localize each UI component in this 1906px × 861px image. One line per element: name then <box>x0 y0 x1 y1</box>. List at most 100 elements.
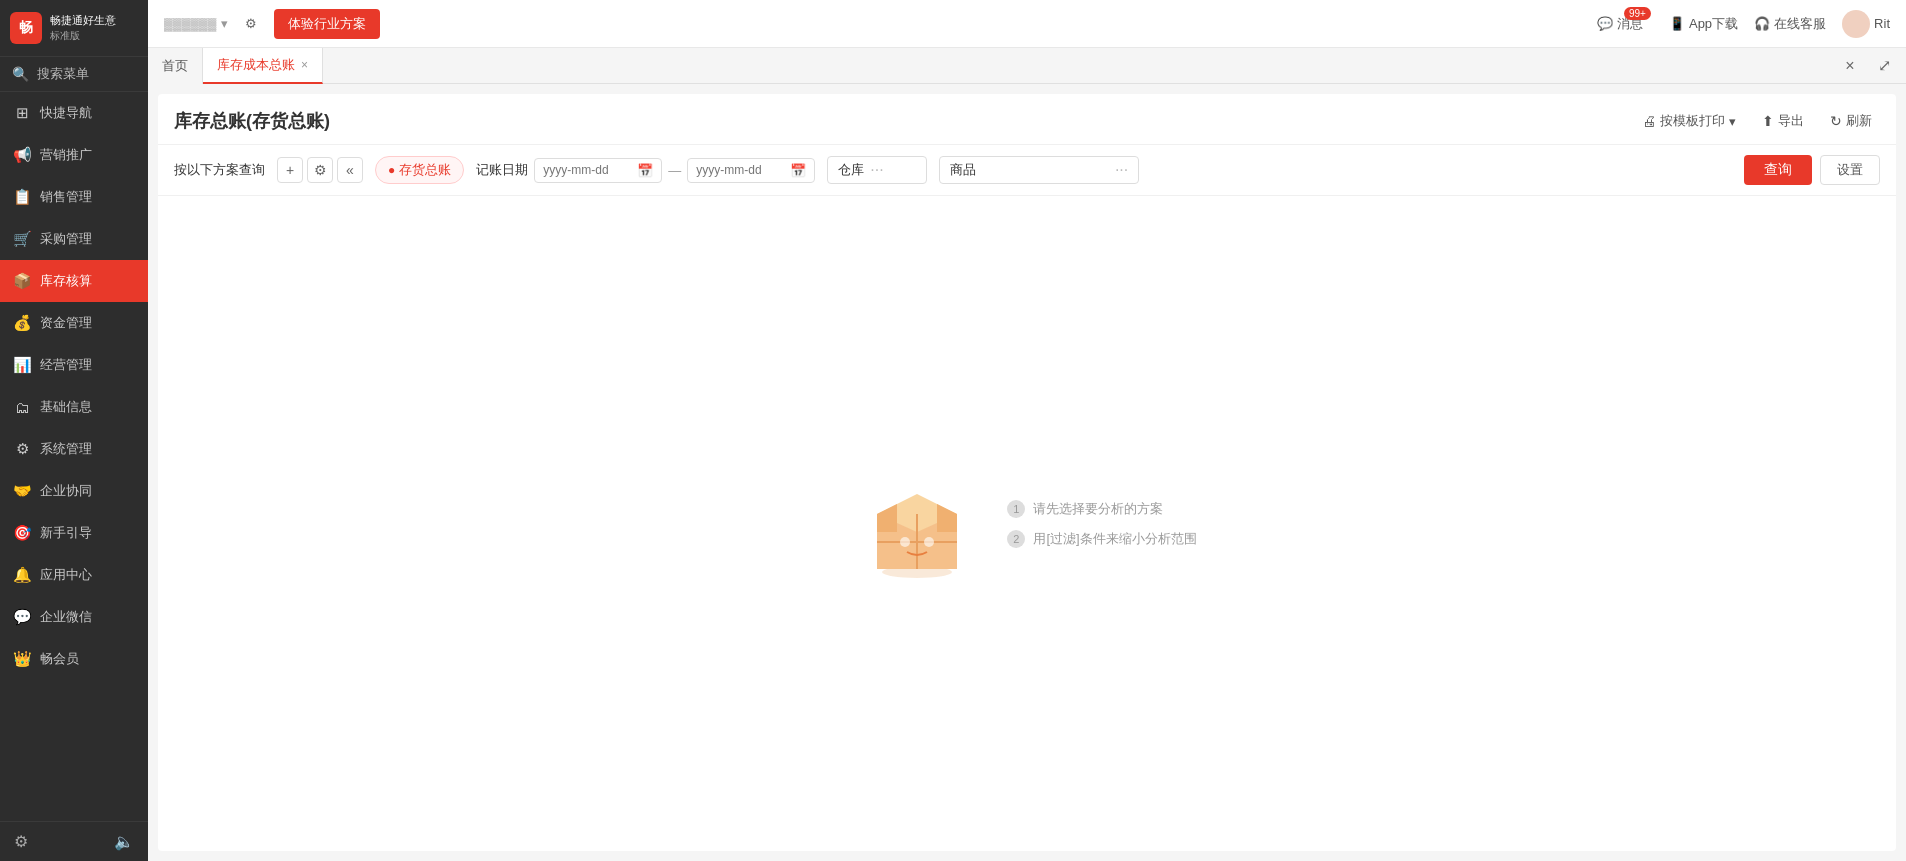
page-title: 库存总账(存货总账) <box>174 109 330 133</box>
breadcrumb-chevron[interactable]: ▾ <box>221 16 228 31</box>
header-settings-button[interactable]: ⚙ <box>236 9 266 39</box>
user-name: Rit <box>1874 16 1890 31</box>
sidebar-logo: 畅 畅捷通好生意 标准版 <box>0 0 148 57</box>
sidebar-nav: ⊞ 快捷导航 📢 营销推广 📋 销售管理 🛒 采购管理 📦 库存核算 💰 资金管… <box>0 92 148 821</box>
product-more-icon[interactable]: ··· <box>1115 161 1128 179</box>
empty-step-1: 1 请先选择要分析的方案 <box>1007 500 1196 518</box>
sidebar-search[interactable]: 🔍 搜索菜单 <box>0 57 148 92</box>
query-button[interactable]: 查询 <box>1744 155 1812 185</box>
sidebar-item-system[interactable]: ⚙ 系统管理 <box>0 428 148 470</box>
appstore-icon: 🔔 <box>12 565 32 585</box>
settings-bottom-icon[interactable]: ⚙ <box>14 832 28 851</box>
inventory-icon: 📦 <box>12 271 32 291</box>
sidebar-item-appstore[interactable]: 🔔 应用中心 <box>0 554 148 596</box>
sidebar-item-inventory[interactable]: 📦 库存核算 <box>0 260 148 302</box>
empty-state: 1 请先选择要分析的方案 2 用[过滤]条件来缩小分析范围 <box>158 196 1896 851</box>
filter-bar: 按以下方案查询 + ⚙ « ● 存货总账 记账日期 📅 <box>158 145 1896 196</box>
sales-icon: 📋 <box>12 187 32 207</box>
app-download-button[interactable]: 📱 App下载 <box>1669 15 1738 33</box>
filter-settings-btn[interactable]: 设置 <box>1820 155 1880 185</box>
sidebar-bottom: ⚙ 🔈 <box>0 821 148 861</box>
calendar-end-icon: 📅 <box>790 163 806 178</box>
sidebar-item-purchase[interactable]: 🛒 采购管理 <box>0 218 148 260</box>
refresh-button[interactable]: ↻ 刷新 <box>1822 108 1880 134</box>
marketing-icon: 📢 <box>12 145 32 165</box>
sidebar-item-shortcut[interactable]: ⊞ 快捷导航 <box>0 92 148 134</box>
filter-collapse-button[interactable]: « <box>337 157 363 183</box>
sidebar-item-basic[interactable]: 🗂 基础信息 <box>0 386 148 428</box>
finance-icon: 💰 <box>12 313 32 333</box>
phone-icon: 📱 <box>1669 16 1685 31</box>
sidebar-item-finance[interactable]: 💰 资金管理 <box>0 302 148 344</box>
user-avatar-area[interactable]: Rit <box>1842 10 1890 38</box>
warehouse-more-icon[interactable]: ··· <box>870 161 883 179</box>
page-card: 库存总账(存货总账) 🖨 按模板打印 ▾ ⬆ 导出 ↻ 刷新 <box>158 94 1896 851</box>
sidebar-item-wechat[interactable]: 💬 企业微信 <box>0 596 148 638</box>
step-2-num: 2 <box>1007 530 1025 548</box>
page-header-actions: 🖨 按模板打印 ▾ ⬆ 导出 ↻ 刷新 <box>1634 108 1880 134</box>
message-icon: 💬 <box>1597 16 1613 31</box>
sidebar-item-enterprise[interactable]: 🤝 企业协同 <box>0 470 148 512</box>
date-end-input[interactable]: 📅 <box>687 158 815 183</box>
tab-home[interactable]: 首页 <box>148 48 203 84</box>
filter-settings-button[interactable]: ⚙ <box>307 157 333 183</box>
filter-label: 按以下方案查询 <box>174 161 265 179</box>
sidebar-item-member[interactable]: 👑 畅会员 <box>0 638 148 680</box>
app-logo-text: 畅捷通好生意 标准版 <box>50 13 116 42</box>
scheme-label: 存货总账 <box>399 161 451 179</box>
app-logo-icon: 畅 <box>10 12 42 44</box>
sidebar-item-marketing[interactable]: 📢 营销推广 <box>0 134 148 176</box>
top-header-left: ▓▓▓▓▓▓ ▾ ⚙ 体验行业方案 <box>164 9 380 39</box>
page-header: 库存总账(存货总账) 🖨 按模板打印 ▾ ⬆ 导出 ↻ 刷新 <box>158 94 1896 145</box>
empty-text: 1 请先选择要分析的方案 2 用[过滤]条件来缩小分析范围 <box>1007 500 1196 548</box>
product-select[interactable]: 商品 ··· <box>939 156 1139 184</box>
filter-add-button[interactable]: + <box>277 157 303 183</box>
main-content: ▓▓▓▓▓▓ ▾ ⚙ 体验行业方案 💬 消息 99+ 📱 App下载 🎧 在线客… <box>148 0 1906 861</box>
print-button[interactable]: 🖨 按模板打印 ▾ <box>1634 108 1744 134</box>
speaker-icon[interactable]: 🔈 <box>114 832 134 851</box>
headset-icon: 🎧 <box>1754 16 1770 31</box>
tab-close-icon[interactable]: × <box>301 58 308 72</box>
date-end-field[interactable] <box>696 163 786 177</box>
purchase-icon: 🛒 <box>12 229 32 249</box>
sidebar: 畅 畅捷通好生意 标准版 🔍 搜索菜单 ⊞ 快捷导航 📢 营销推广 📋 销售管理… <box>0 0 148 861</box>
tab-inventory-ledger[interactable]: 库存成本总账 × <box>203 48 323 84</box>
user-avatar <box>1842 10 1870 38</box>
online-service-button[interactable]: 🎧 在线客服 <box>1754 15 1826 33</box>
top-header-right: 💬 消息 99+ 📱 App下载 🎧 在线客服 Rit <box>1597 10 1890 38</box>
scheme-tag[interactable]: ● 存货总账 <box>375 156 464 184</box>
empty-step-1-text: 请先选择要分析的方案 <box>1033 500 1163 518</box>
tab-close-button[interactable]: × <box>1836 52 1864 80</box>
industry-solution-button[interactable]: 体验行业方案 <box>274 9 380 39</box>
date-range-label: 记账日期 <box>476 161 528 179</box>
filter-right-buttons: 查询 设置 <box>1744 155 1880 185</box>
enterprise-icon: 🤝 <box>12 481 32 501</box>
empty-step-2-text: 用[过滤]条件来缩小分析范围 <box>1033 530 1196 548</box>
tab-bar-right: × ⤢ <box>1836 52 1906 80</box>
date-dash: — <box>668 163 681 178</box>
guide-icon: 🎯 <box>12 523 32 543</box>
print-icon: 🖨 <box>1642 113 1656 129</box>
svg-point-8 <box>900 537 910 547</box>
sidebar-item-operation[interactable]: 📊 经营管理 <box>0 344 148 386</box>
warehouse-label: 仓库 <box>838 161 864 179</box>
warehouse-select[interactable]: 仓库 ··· <box>827 156 927 184</box>
wechat-icon: 💬 <box>12 607 32 627</box>
system-icon: ⚙ <box>12 439 32 459</box>
sidebar-item-guide[interactable]: 🎯 新手引导 <box>0 512 148 554</box>
export-button[interactable]: ⬆ 导出 <box>1754 108 1812 134</box>
export-icon: ⬆ <box>1762 113 1774 129</box>
top-header: ▓▓▓▓▓▓ ▾ ⚙ 体验行业方案 💬 消息 99+ 📱 App下载 🎧 在线客… <box>148 0 1906 48</box>
breadcrumb: ▓▓▓▓▓▓ ▾ <box>164 16 228 31</box>
search-icon: 🔍 <box>12 66 29 82</box>
date-start-field[interactable] <box>543 163 633 177</box>
filter-actions: + ⚙ « <box>277 157 363 183</box>
message-button[interactable]: 💬 消息 99+ <box>1597 15 1643 33</box>
date-start-input[interactable]: 📅 <box>534 158 662 183</box>
sidebar-item-sales[interactable]: 📋 销售管理 <box>0 176 148 218</box>
calendar-start-icon: 📅 <box>637 163 653 178</box>
tab-expand-button[interactable]: ⤢ <box>1870 52 1898 80</box>
print-chevron: ▾ <box>1729 114 1736 129</box>
gear-icon: ⚙ <box>245 16 257 31</box>
breadcrumb-path: ▓▓▓▓▓▓ <box>164 17 217 31</box>
